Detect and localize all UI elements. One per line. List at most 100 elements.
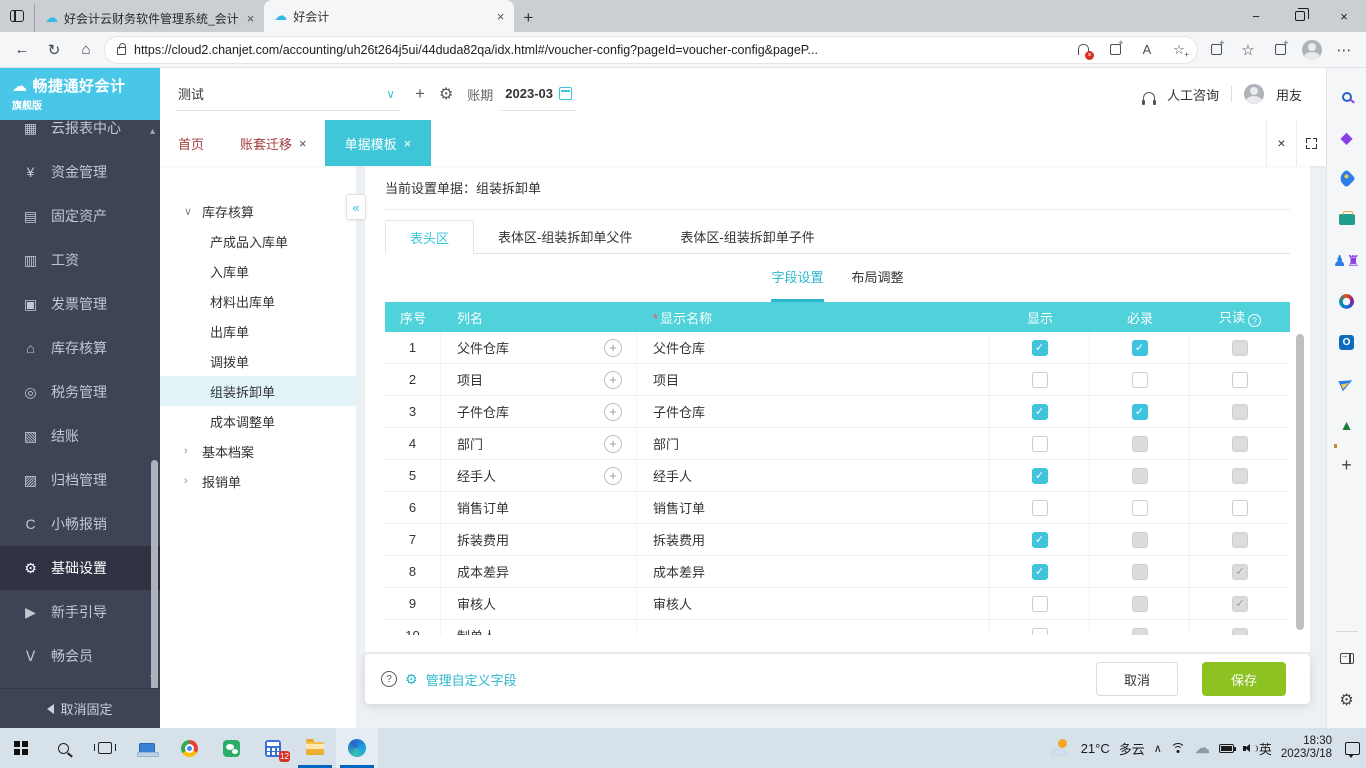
tools-icon[interactable]: [1329, 199, 1365, 240]
volume-icon[interactable]: [1242, 743, 1258, 753]
sidebar-search-icon[interactable]: [1329, 76, 1365, 117]
wifi-icon[interactable]: [1170, 742, 1186, 754]
taskbar-search-button[interactable]: [42, 728, 84, 768]
readonly-checkbox[interactable]: [1232, 627, 1248, 635]
readonly-checkbox[interactable]: [1232, 371, 1248, 388]
favorites-icon[interactable]: ☆: [1234, 36, 1262, 64]
browser-tab-inactive[interactable]: ☁ 好会计云财务软件管理系统_会计 ×: [34, 4, 264, 32]
refresh-button[interactable]: ↻: [40, 36, 68, 64]
help-icon[interactable]: ?: [381, 671, 397, 687]
user-avatar[interactable]: [1243, 84, 1264, 104]
save-button[interactable]: 保存: [1202, 662, 1286, 696]
sidebar-scrollbar[interactable]: [151, 460, 158, 688]
onedrive-icon[interactable]: ☁: [1195, 739, 1210, 757]
tree-item-assembly-disassembly[interactable]: 组装拆卸单: [160, 376, 356, 406]
minimize-button[interactable]: −: [1234, 0, 1278, 32]
readonly-checkbox[interactable]: [1232, 339, 1248, 356]
required-checkbox[interactable]: [1131, 403, 1148, 420]
task-view-button[interactable]: [84, 728, 126, 768]
sidebar-item-settings[interactable]: ⚙ 基础设置: [0, 546, 160, 590]
readonly-checkbox[interactable]: [1232, 467, 1248, 484]
restore-button[interactable]: [1278, 0, 1322, 32]
display-name-cell[interactable]: 审核人: [637, 588, 990, 619]
collections-icon[interactable]: [1266, 36, 1294, 64]
add-account-button[interactable]: +: [415, 84, 425, 104]
show-checkbox[interactable]: [1031, 627, 1048, 635]
tree-node-inventory[interactable]: ∨ 库存核算: [160, 196, 356, 226]
drop-icon[interactable]: [1329, 363, 1365, 404]
tab-voucher-template[interactable]: 单据模板 ×: [324, 120, 432, 166]
account-settings-icon[interactable]: ⚙: [439, 84, 453, 104]
address-bar[interactable]: https://cloud2.chanjet.com/accounting/uh…: [104, 35, 1198, 64]
readonly-checkbox[interactable]: [1232, 595, 1248, 612]
tab-home[interactable]: 首页: [160, 120, 222, 166]
new-tab-button[interactable]: +: [514, 4, 542, 32]
home-button[interactable]: ⌂: [72, 36, 100, 64]
action-center-icon[interactable]: [1345, 741, 1360, 758]
sidebar-item-report-center[interactable]: ▦ 云报表中心: [0, 120, 160, 150]
tab-body-child[interactable]: 表体区-组装拆卸单子件: [656, 219, 838, 253]
tab-layout-adjust[interactable]: 布局调整: [852, 254, 904, 302]
show-checkbox[interactable]: [1031, 531, 1048, 548]
sidebar-item-invoice[interactable]: ▣ 发票管理: [0, 282, 160, 326]
edge-icon[interactable]: [336, 728, 378, 768]
show-checkbox[interactable]: [1031, 435, 1048, 452]
readonly-checkbox[interactable]: [1232, 435, 1248, 452]
start-button[interactable]: [0, 728, 42, 768]
input-language[interactable]: 英: [1259, 739, 1272, 758]
notifications-blocked-icon[interactable]: ×: [1071, 38, 1095, 62]
display-name-cell[interactable]: 销售订单: [637, 492, 990, 523]
file-explorer-icon[interactable]: [294, 728, 336, 768]
required-checkbox[interactable]: [1131, 595, 1148, 612]
cancel-button[interactable]: 取消: [1096, 662, 1178, 696]
profile-avatar[interactable]: [1298, 36, 1326, 64]
tab-account-migration[interactable]: 账套迁移 ×: [222, 120, 325, 166]
tree-item-transfer[interactable]: 调拨单: [160, 346, 356, 376]
display-name-cell[interactable]: 拆装费用: [637, 524, 990, 555]
close-tab-icon[interactable]: ×: [404, 136, 412, 151]
url-text[interactable]: https://cloud2.chanjet.com/accounting/uh…: [134, 43, 1063, 57]
display-name-cell[interactable]: 经手人: [637, 460, 990, 491]
add-field-button[interactable]: +: [604, 402, 622, 421]
sidebar-item-fixed-assets[interactable]: ▤ 固定资产: [0, 194, 160, 238]
games-icon[interactable]: ♟ ♜: [1329, 240, 1365, 281]
close-window-button[interactable]: ×: [1322, 0, 1366, 32]
battery-icon[interactable]: [1218, 743, 1236, 753]
install-app-icon[interactable]: [1103, 38, 1127, 62]
readonly-checkbox[interactable]: [1232, 563, 1248, 580]
sidebar-item-inventory[interactable]: ⌂ 库存核算: [0, 326, 160, 370]
add-field-button[interactable]: +: [604, 338, 622, 357]
required-checkbox[interactable]: [1131, 499, 1148, 516]
split-screen-icon[interactable]: [1202, 36, 1230, 64]
read-aloud-icon[interactable]: A: [1135, 38, 1159, 62]
tree-item-finished-goods-receipt[interactable]: 产成品入库单: [160, 226, 356, 256]
weather-temp[interactable]: 21°C: [1081, 741, 1110, 756]
hidden-icons-chevron[interactable]: ∧: [1154, 742, 1162, 755]
copilot-icon[interactable]: ◆: [1329, 117, 1365, 158]
display-name-cell[interactable]: 父件仓库: [637, 332, 990, 363]
required-checkbox[interactable]: [1131, 371, 1148, 388]
unpin-sidebar-button[interactable]: 取消固定: [0, 688, 160, 728]
table-scrollbar[interactable]: [1296, 334, 1304, 630]
required-checkbox[interactable]: [1131, 435, 1148, 452]
show-checkbox[interactable]: [1031, 339, 1048, 356]
sidebar-item-closing[interactable]: ▧ 结账: [0, 414, 160, 458]
microsoft-365-icon[interactable]: [1329, 281, 1365, 322]
collapse-tree-button[interactable]: «: [346, 194, 366, 220]
readonly-checkbox[interactable]: [1232, 403, 1248, 420]
required-checkbox[interactable]: [1131, 339, 1148, 356]
tab-header-area[interactable]: 表头区: [385, 220, 475, 254]
readonly-checkbox[interactable]: [1232, 531, 1248, 548]
weather-desc[interactable]: 多云: [1119, 739, 1145, 758]
tab-body-parent[interactable]: 表体区-组装拆卸单父件: [474, 219, 656, 253]
sidebar-panel-icon[interactable]: [1329, 638, 1365, 679]
add-field-button[interactable]: +: [604, 466, 622, 485]
show-checkbox[interactable]: [1031, 371, 1048, 388]
close-all-tabs-button[interactable]: ×: [1266, 120, 1296, 166]
required-checkbox[interactable]: [1131, 627, 1148, 635]
close-tab-icon[interactable]: ×: [299, 136, 307, 151]
manage-custom-fields-link[interactable]: 管理自定义字段: [426, 670, 517, 689]
sidebar-item-archive[interactable]: ▨ 归档管理: [0, 458, 160, 502]
tab-actions-icon[interactable]: [0, 0, 34, 32]
tree-item-goods-issue[interactable]: 出库单: [160, 316, 356, 346]
